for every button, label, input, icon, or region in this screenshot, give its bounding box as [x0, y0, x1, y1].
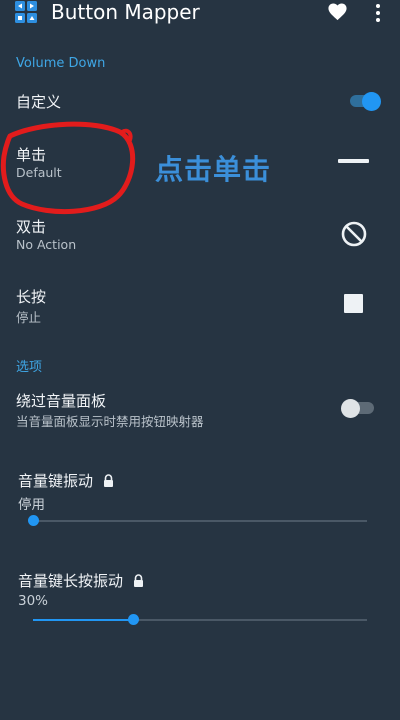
- double-press-value: No Action: [16, 237, 77, 252]
- custom-row[interactable]: 自定义: [0, 84, 400, 118]
- key-vibration-title-wrap: 音量键振动: [18, 470, 114, 491]
- red-circle-annotation: [0, 121, 136, 214]
- key-vibration-title: 音量键振动: [18, 472, 94, 490]
- toggle-thumb: [341, 399, 360, 418]
- lock-icon: [103, 472, 114, 491]
- section-header-volume-down: Volume Down: [16, 56, 106, 71]
- long-press-vibration-setting: 音量键长按振动 30%: [0, 568, 400, 632]
- lock-icon: [133, 572, 144, 591]
- custom-toggle[interactable]: [348, 91, 384, 111]
- key-vibration-slider[interactable]: [28, 515, 367, 526]
- long-press-value: 停止: [16, 310, 42, 325]
- long-press-vibration-title-wrap: 音量键长按振动: [18, 570, 144, 591]
- slider-fill: [33, 619, 133, 621]
- app-bar: Button Mapper: [0, 0, 400, 26]
- long-press-vibration-title: 音量键长按振动: [18, 572, 124, 590]
- long-press-title: 长按: [16, 288, 47, 306]
- stop-square-icon: [344, 294, 363, 313]
- toggle-thumb: [362, 92, 381, 111]
- bypass-volume-panel-title: 绕过音量面板: [16, 392, 107, 410]
- long-press-row[interactable]: 长按 停止: [0, 280, 400, 332]
- favorite-heart-icon[interactable]: [327, 2, 348, 21]
- custom-label: 自定义: [16, 93, 62, 111]
- bypass-volume-panel-subtitle: 当音量面板显示时禁用按钮映射器: [16, 414, 204, 429]
- slider-thumb[interactable]: [28, 515, 39, 526]
- double-press-row[interactable]: 双击 No Action: [0, 208, 400, 260]
- slider-thumb[interactable]: [128, 614, 139, 625]
- bypass-volume-panel-toggle[interactable]: [338, 398, 378, 418]
- annotation-text: 点击单击: [155, 153, 272, 186]
- long-press-vibration-value: 30%: [18, 593, 49, 609]
- app-title: Button Mapper: [51, 0, 200, 24]
- double-press-title: 双击: [16, 218, 47, 236]
- key-vibration-setting: 音量键振动 停用: [0, 468, 400, 532]
- bypass-volume-panel-row[interactable]: 绕过音量面板 当音量面板显示时禁用按钮映射器: [0, 384, 400, 430]
- key-vibration-value: 停用: [18, 497, 45, 513]
- minus-icon: [338, 159, 369, 163]
- block-icon: [341, 221, 367, 247]
- more-options-icon[interactable]: [372, 3, 384, 23]
- app-logo-icon: [15, 1, 37, 23]
- long-press-vibration-slider[interactable]: [33, 614, 367, 625]
- section-header-options: 选项: [16, 360, 43, 375]
